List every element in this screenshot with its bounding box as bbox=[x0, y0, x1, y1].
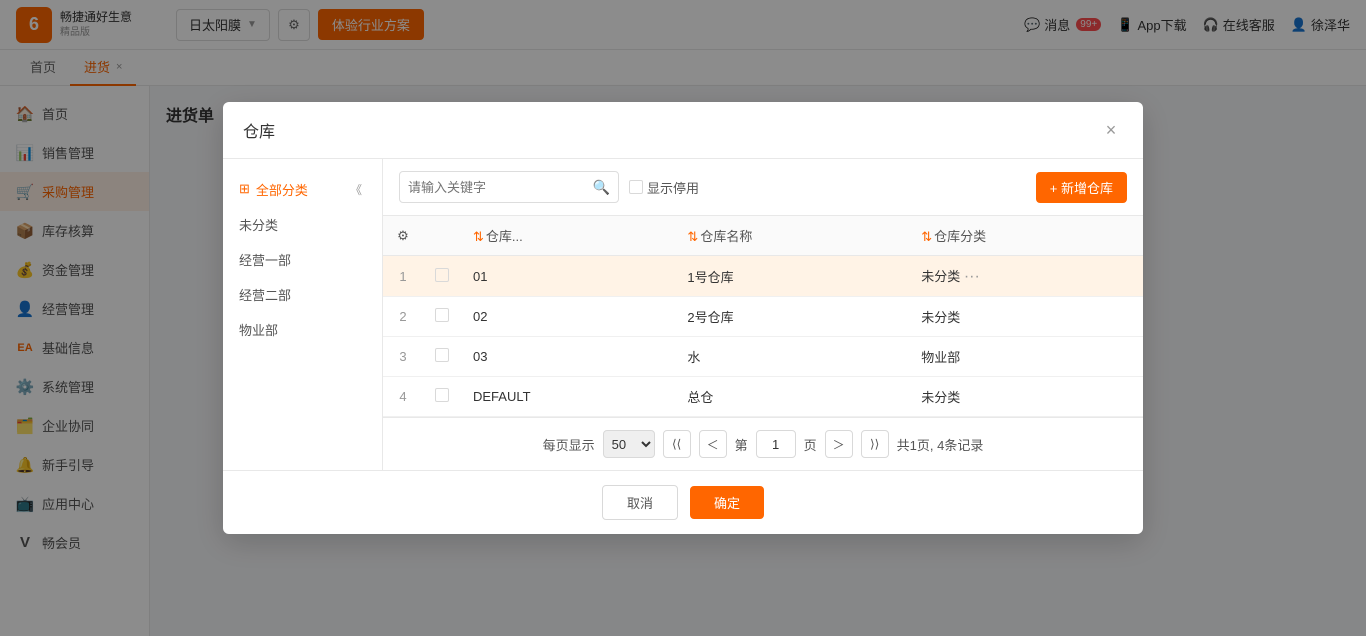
per-page-select[interactable]: 50 100 bbox=[603, 430, 655, 458]
row-checkbox[interactable] bbox=[423, 256, 461, 297]
category-all-header[interactable]: ⊞ 全部分类 《 bbox=[223, 171, 382, 207]
row-code: 01 bbox=[461, 256, 675, 297]
confirm-button[interactable]: 确定 bbox=[690, 486, 764, 519]
row-code: 02 bbox=[461, 297, 675, 337]
page-label: 第 bbox=[735, 435, 748, 454]
show-disabled-toggle[interactable]: 显示停用 bbox=[629, 178, 699, 197]
row-num: 4 bbox=[383, 377, 423, 417]
category-panel: ⊞ 全部分类 《 未分类 经营一部 经营二部 物业部 bbox=[223, 159, 383, 470]
category-all-label: 全部分类 bbox=[256, 180, 308, 199]
cat-item-unclassified[interactable]: 未分类 bbox=[223, 207, 382, 242]
dialog-title: 仓库 bbox=[243, 118, 275, 142]
total-info: 共1页, 4条记录 bbox=[897, 435, 984, 454]
table-row[interactable]: 2 02 2号仓库 未分类 bbox=[383, 297, 1143, 337]
table-toolbar: 🔍 显示停用 + 新增仓库 bbox=[383, 159, 1143, 216]
col-checkbox bbox=[423, 216, 461, 256]
row-num: 3 bbox=[383, 337, 423, 377]
row-category: 未分类 bbox=[909, 377, 1143, 417]
row-category: 未分类 ··· bbox=[909, 256, 1143, 297]
row-checkbox[interactable] bbox=[423, 337, 461, 377]
col-name[interactable]: ⇅仓库名称 bbox=[675, 216, 909, 256]
dialog-close-button[interactable]: × bbox=[1099, 118, 1123, 142]
new-warehouse-button[interactable]: + 新增仓库 bbox=[1036, 172, 1127, 203]
page-last-btn[interactable]: ⟩⟩ bbox=[861, 430, 889, 458]
warehouse-dialog: 仓库 × ⊞ 全部分类 《 未分类 经营一部 经营二部 物业部 bbox=[223, 102, 1143, 534]
cat-item-ops2[interactable]: 经营二部 bbox=[223, 277, 382, 312]
page-prev-btn[interactable]: ＜ bbox=[699, 430, 727, 458]
row-name: 2号仓库 bbox=[675, 297, 909, 337]
row-category: 物业部 bbox=[909, 337, 1143, 377]
table-row[interactable]: 3 03 水 物业部 bbox=[383, 337, 1143, 377]
row-num: 1 bbox=[383, 256, 423, 297]
dialog-header: 仓库 × bbox=[223, 102, 1143, 159]
page-input[interactable] bbox=[756, 430, 796, 458]
row-code: 03 bbox=[461, 337, 675, 377]
row-code: DEFAULT bbox=[461, 377, 675, 417]
row-more-btn[interactable]: ··· bbox=[964, 268, 980, 285]
search-icon: 🔍 bbox=[593, 179, 610, 196]
row-category: 未分类 bbox=[909, 297, 1143, 337]
col-code[interactable]: ⇅仓库... bbox=[461, 216, 675, 256]
category-collapse-btn[interactable]: 《 bbox=[346, 179, 366, 199]
page-next-btn[interactable]: ＞ bbox=[825, 430, 853, 458]
table-header-row: ⚙ ⇅仓库... ⇅仓库名称 ⇅仓库分类 bbox=[383, 216, 1143, 256]
table-panel: 🔍 显示停用 + 新增仓库 ⚙ bbox=[383, 159, 1143, 470]
row-checkbox[interactable] bbox=[423, 297, 461, 337]
table-row[interactable]: 1 01 1号仓库 未分类 ··· bbox=[383, 256, 1143, 297]
cancel-button[interactable]: 取消 bbox=[602, 485, 678, 520]
show-disabled-label: 显示停用 bbox=[647, 178, 699, 197]
pagination: 每页显示 50 100 ⟨⟨ ＜ 第 页 ＞ ⟩⟩ 共1页, 4条记录 bbox=[383, 417, 1143, 470]
per-page-label: 每页显示 bbox=[543, 435, 595, 454]
col-gear: ⚙ bbox=[383, 216, 423, 256]
row-name: 1号仓库 bbox=[675, 256, 909, 297]
category-grid-icon: ⊞ bbox=[239, 181, 250, 197]
modal-overlay: 仓库 × ⊞ 全部分类 《 未分类 经营一部 经营二部 物业部 bbox=[0, 0, 1366, 636]
cat-item-ops1[interactable]: 经营一部 bbox=[223, 242, 382, 277]
table-row[interactable]: 4 DEFAULT 总仓 未分类 bbox=[383, 377, 1143, 417]
cat-item-property[interactable]: 物业部 bbox=[223, 312, 382, 347]
page-first-btn[interactable]: ⟨⟨ bbox=[663, 430, 691, 458]
search-input[interactable] bbox=[408, 180, 593, 195]
show-disabled-checkbox[interactable] bbox=[629, 180, 643, 194]
search-wrap: 🔍 bbox=[399, 171, 619, 203]
row-num: 2 bbox=[383, 297, 423, 337]
row-name: 水 bbox=[675, 337, 909, 377]
dialog-footer: 取消 确定 bbox=[223, 470, 1143, 534]
warehouse-table: ⚙ ⇅仓库... ⇅仓库名称 ⇅仓库分类 1 01 bbox=[383, 216, 1143, 417]
dialog-body: ⊞ 全部分类 《 未分类 经营一部 经营二部 物业部 🔍 bbox=[223, 159, 1143, 470]
page-unit: 页 bbox=[804, 435, 817, 454]
row-checkbox[interactable] bbox=[423, 377, 461, 417]
row-name: 总仓 bbox=[675, 377, 909, 417]
col-category[interactable]: ⇅仓库分类 bbox=[909, 216, 1143, 256]
